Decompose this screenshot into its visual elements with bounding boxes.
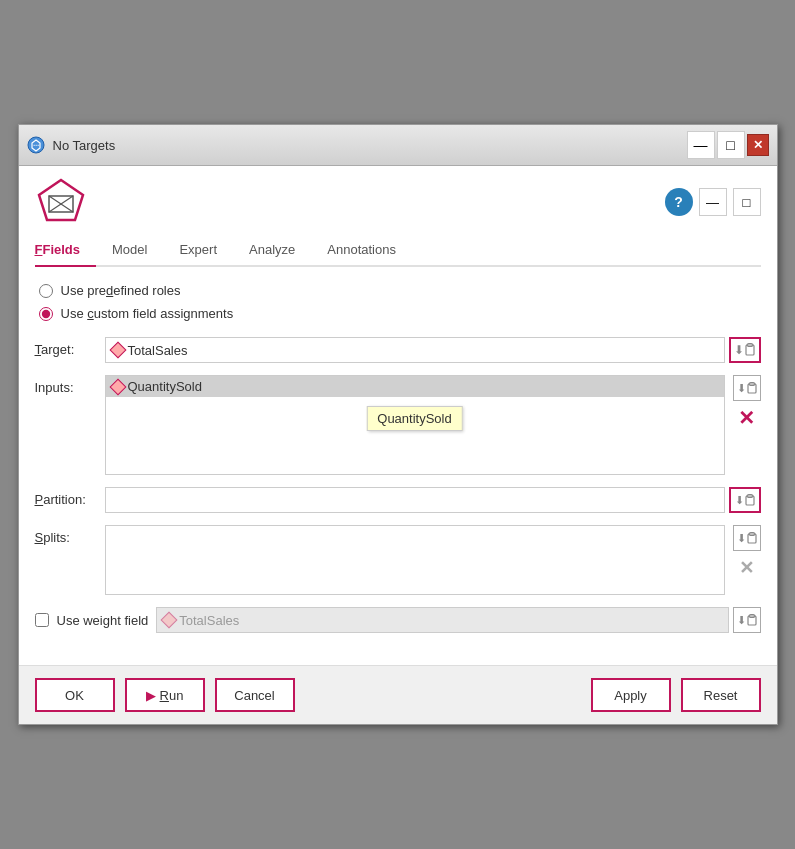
- toolbar-minimize-button[interactable]: —: [699, 188, 727, 216]
- cancel-button[interactable]: Cancel: [215, 678, 295, 712]
- title-bar-app-icon: ⋯: [27, 136, 45, 154]
- target-field[interactable]: TotalSales: [105, 337, 725, 363]
- radio-custom[interactable]: [39, 307, 53, 321]
- inputs-side-buttons: ⬇ ✕: [733, 375, 761, 431]
- splits-delete-icon: ✕: [739, 557, 754, 579]
- title-bar-left: ⋯ No Targets: [27, 136, 116, 154]
- radio-row-custom: Use custom field assignments: [39, 306, 757, 321]
- ok-label: OK: [65, 688, 84, 703]
- reset-label: Reset: [704, 688, 738, 703]
- inputs-label: Inputs:: [35, 375, 105, 395]
- cancel-label: Cancel: [234, 688, 274, 703]
- weight-diamond-icon: [161, 612, 178, 629]
- toolbar-left: [35, 176, 87, 228]
- main-content: FFields Model Expert Analyze Annotations…: [19, 234, 777, 665]
- weight-checkbox[interactable]: [35, 613, 49, 627]
- target-row: Target: TotalSales ⬇: [35, 337, 761, 363]
- tab-expert[interactable]: Expert: [163, 234, 233, 265]
- weight-row: Use weight field TotalSales ⬇: [35, 607, 761, 633]
- splits-select-icon: ⬇: [737, 532, 757, 545]
- reset-button[interactable]: Reset: [681, 678, 761, 712]
- inputs-tooltip: QuantitySold: [366, 406, 462, 431]
- weight-select-button[interactable]: ⬇: [733, 607, 761, 633]
- radio-predefined-label: Use predefined roles: [61, 283, 181, 298]
- radio-predefined[interactable]: [39, 284, 53, 298]
- help-button[interactable]: ?: [665, 188, 693, 216]
- run-icon: ▶: [146, 688, 156, 703]
- tab-analyze[interactable]: Analyze: [233, 234, 311, 265]
- window-title: No Targets: [53, 138, 116, 153]
- minimize-button[interactable]: —: [687, 131, 715, 159]
- close-button[interactable]: ✕: [747, 134, 769, 156]
- inputs-select-button[interactable]: ⬇: [733, 375, 761, 401]
- partition-input-area: ⬇: [105, 487, 761, 513]
- inputs-list-item: QuantitySold: [106, 376, 724, 397]
- ok-button[interactable]: OK: [35, 678, 115, 712]
- splits-delete-button[interactable]: ✕: [733, 555, 761, 581]
- inputs-select-icon: ⬇: [737, 382, 757, 395]
- tab-annotations[interactable]: Annotations: [311, 234, 412, 265]
- radio-custom-label: Use custom field assignments: [61, 306, 234, 321]
- input-diamond-icon: [109, 378, 126, 395]
- title-bar: ⋯ No Targets — □ ✕: [19, 125, 777, 166]
- maximize-button[interactable]: □: [717, 131, 745, 159]
- svg-text:⋯: ⋯: [33, 142, 39, 148]
- weight-value: TotalSales: [179, 613, 239, 628]
- main-window: ⋯ No Targets — □ ✕ ? — □: [18, 124, 778, 725]
- splits-side-buttons: ⬇ ✕: [733, 525, 761, 581]
- weight-field[interactable]: TotalSales: [156, 607, 728, 633]
- inputs-delete-button[interactable]: ✕: [733, 405, 761, 431]
- toolbar-maximize-button[interactable]: □: [733, 188, 761, 216]
- radio-row-predefined: Use predefined roles: [39, 283, 757, 298]
- partition-select-button[interactable]: ⬇: [729, 487, 761, 513]
- toolbar: ? — □: [19, 166, 777, 234]
- toolbar-right: ? — □: [665, 188, 761, 216]
- inputs-input-area: QuantitySold QuantitySold ⬇ ✕: [105, 375, 761, 475]
- tab-fields[interactable]: FFields: [35, 234, 97, 265]
- target-value: TotalSales: [128, 343, 188, 358]
- tab-model[interactable]: Model: [96, 234, 163, 265]
- bottom-buttons: OK ▶ OK Run Cancel Apply Reset: [19, 665, 777, 724]
- weight-select-icon: ⬇: [737, 614, 757, 627]
- weight-label: Use weight field: [57, 613, 149, 628]
- radio-group: Use predefined roles Use custom field as…: [35, 283, 761, 321]
- partition-row: Partition: ⬇: [35, 487, 761, 513]
- apply-button[interactable]: Apply: [591, 678, 671, 712]
- target-diamond-icon: [109, 342, 126, 359]
- inputs-row: Inputs: QuantitySold QuantitySold ⬇: [35, 375, 761, 475]
- splits-select-button[interactable]: ⬇: [733, 525, 761, 551]
- app-icon: [35, 176, 87, 228]
- target-label: Target:: [35, 337, 105, 357]
- inputs-delete-icon: ✕: [738, 406, 755, 430]
- partition-select-icon: ⬇: [735, 494, 755, 507]
- title-bar-controls: — □ ✕: [687, 131, 769, 159]
- svg-marker-3: [39, 180, 83, 220]
- run-button[interactable]: ▶ OK Run: [125, 678, 205, 712]
- target-input-area: TotalSales ⬇: [105, 337, 761, 363]
- tabs-bar: FFields Model Expert Analyze Annotations: [35, 234, 761, 267]
- target-select-button[interactable]: ⬇: [729, 337, 761, 363]
- inputs-list[interactable]: QuantitySold QuantitySold: [105, 375, 725, 475]
- partition-label: Partition:: [35, 487, 105, 507]
- partition-field[interactable]: [105, 487, 725, 513]
- splits-label: Splits:: [35, 525, 105, 545]
- splits-list[interactable]: [105, 525, 725, 595]
- splits-row: Splits: ⬇ ✕: [35, 525, 761, 595]
- inputs-item-text: QuantitySold: [128, 379, 202, 394]
- splits-input-area: ⬇ ✕: [105, 525, 761, 595]
- apply-label: Apply: [614, 688, 647, 703]
- target-select-icon: ⬇: [734, 343, 755, 357]
